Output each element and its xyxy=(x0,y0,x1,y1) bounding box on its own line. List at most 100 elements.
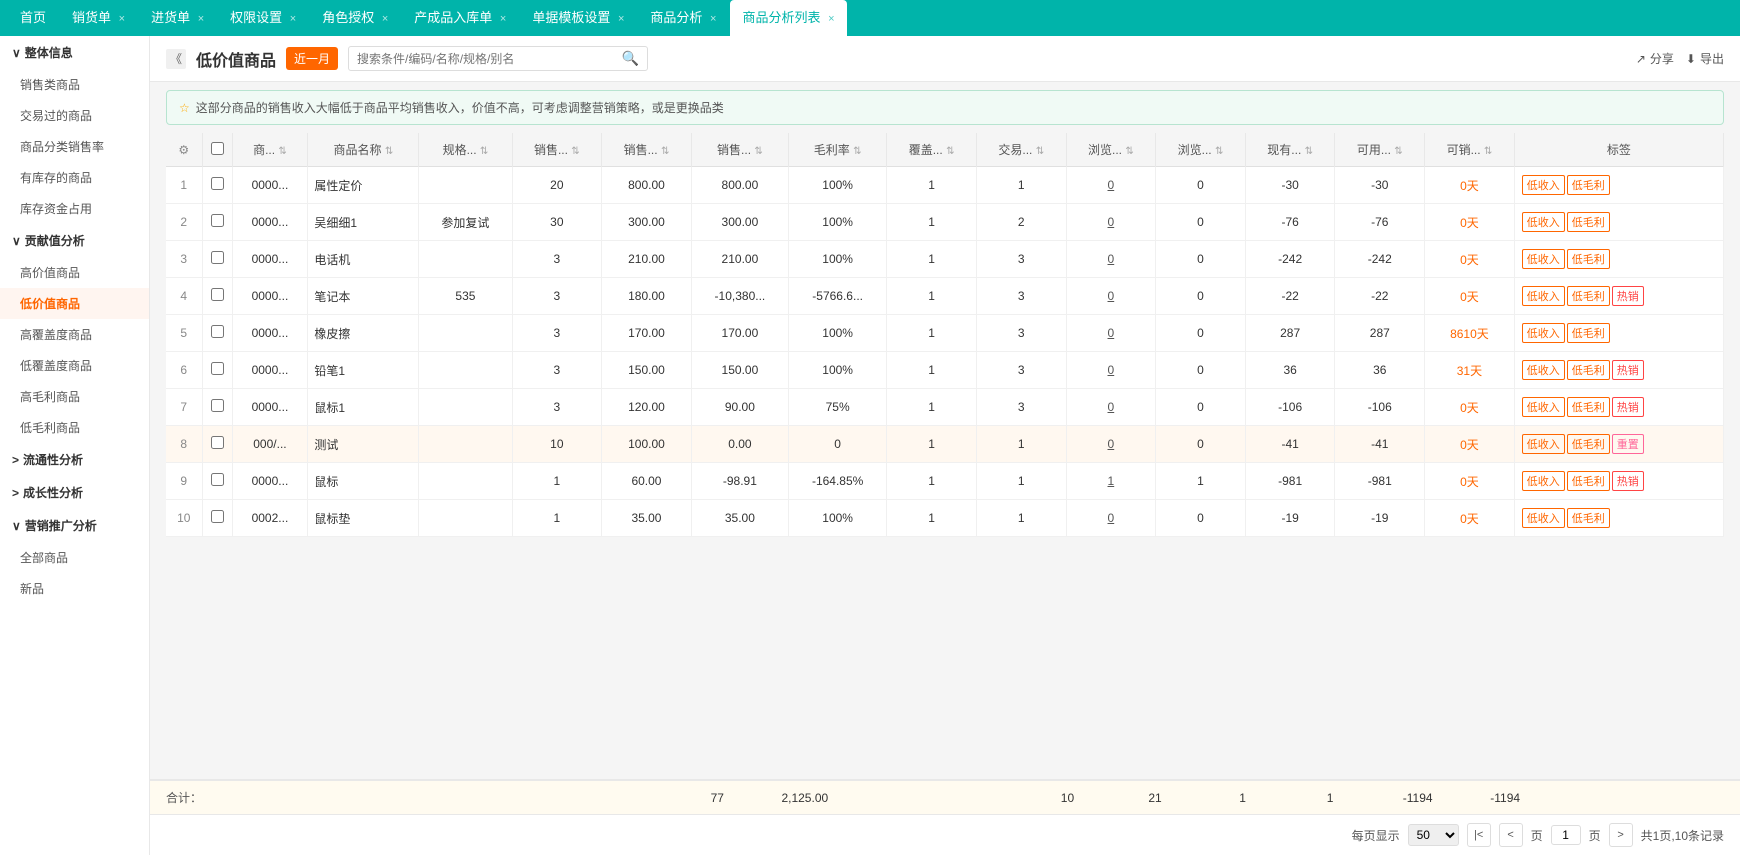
close-permissions-icon[interactable]: × xyxy=(290,13,296,25)
col-spec[interactable]: 规格... ⇅ xyxy=(419,133,512,167)
row-checkbox[interactable] xyxy=(211,177,224,190)
col-sales-qty[interactable]: 销售... ⇅ xyxy=(512,133,602,167)
sidebar-item-new-products[interactable]: 新品 xyxy=(0,573,149,604)
search-input[interactable] xyxy=(357,52,616,66)
row-checkbox[interactable] xyxy=(211,251,224,264)
pv1-link[interactable]: 0 xyxy=(1108,363,1115,377)
next-page-button[interactable]: > xyxy=(1609,823,1633,847)
nav-analysis[interactable]: 商品分析 × xyxy=(638,0,728,36)
col-settings[interactable]: ⚙ xyxy=(166,133,202,167)
row-checkbox[interactable] xyxy=(211,288,224,301)
nav-purchase[interactable]: 进货单 × xyxy=(139,0,216,36)
nav-permissions[interactable]: 权限设置 × xyxy=(218,0,308,36)
footer-coverage: 10 xyxy=(1024,791,1112,805)
share-button[interactable]: ↗ 分享 xyxy=(1636,50,1674,67)
row-coverage: 1 xyxy=(887,463,977,500)
sidebar-group-growth[interactable]: > 成长性分析 xyxy=(0,476,149,509)
sidebar-item-all-products[interactable]: 全部商品 xyxy=(0,542,149,573)
sidebar-item-high-value[interactable]: 高价值商品 xyxy=(0,257,149,288)
close-products-icon[interactable]: × xyxy=(500,13,506,25)
row-sellable: 0天 xyxy=(1425,241,1515,278)
col-stock[interactable]: 现有... ⇅ xyxy=(1245,133,1335,167)
close-analysis-list-icon[interactable]: × xyxy=(828,13,834,25)
sidebar-item-stocked[interactable]: 有库存的商品 xyxy=(0,162,149,193)
info-message: 这部分商品的销售收入大幅低于商品平均销售收入，价值不高，可考虑调整营销策略，或是… xyxy=(196,99,724,116)
row-code: 0000... xyxy=(232,352,308,389)
row-checkbox-cell xyxy=(202,278,232,315)
settings-icon[interactable]: ⚙ xyxy=(178,143,189,157)
row-code: 0000... xyxy=(232,167,308,204)
pv1-link[interactable]: 0 xyxy=(1108,215,1115,229)
pv1-link[interactable]: 0 xyxy=(1108,252,1115,266)
tag-低毛利: 低毛利 xyxy=(1567,508,1610,528)
tag-低毛利: 低毛利 xyxy=(1567,434,1610,454)
collapse-sidebar-button[interactable]: 《 xyxy=(166,49,186,69)
row-checkbox[interactable] xyxy=(211,362,224,375)
row-coverage: 1 xyxy=(887,315,977,352)
sidebar-item-low-value[interactable]: 低价值商品 xyxy=(0,288,149,319)
sidebar-item-sales-products[interactable]: 销售类商品 xyxy=(0,69,149,100)
pv1-link[interactable]: 0 xyxy=(1108,511,1115,525)
row-checkbox[interactable] xyxy=(211,214,224,227)
nav-template[interactable]: 单据模板设置 × xyxy=(520,0,636,36)
nav-products[interactable]: 产成品入库单 × xyxy=(402,0,518,36)
select-all-checkbox[interactable] xyxy=(211,142,224,155)
row-checkbox[interactable] xyxy=(211,436,224,449)
first-page-button[interactable]: |< xyxy=(1467,823,1491,847)
col-available[interactable]: 可用... ⇅ xyxy=(1335,133,1425,167)
nav-home[interactable]: 首页 xyxy=(8,0,58,36)
footer-transactions: 21 xyxy=(1111,791,1199,805)
pv1-link[interactable]: 0 xyxy=(1108,289,1115,303)
tag-低收入: 低收入 xyxy=(1522,508,1565,528)
row-stock: 287 xyxy=(1245,315,1335,352)
col-coverage[interactable]: 覆盖... ⇅ xyxy=(887,133,977,167)
sidebar-group-contribution[interactable]: ∨ 贡献值分析 xyxy=(0,224,149,257)
col-name[interactable]: 商品名称 ⇅ xyxy=(308,133,419,167)
col-sales-amount[interactable]: 销售... ⇅ xyxy=(691,133,788,167)
close-purchase-icon[interactable]: × xyxy=(198,13,204,25)
close-template-icon[interactable]: × xyxy=(618,13,624,25)
close-analysis-icon[interactable]: × xyxy=(710,13,716,25)
page-input[interactable] xyxy=(1551,825,1581,845)
sidebar-group-overall[interactable]: ∨ 整体信息 xyxy=(0,36,149,69)
export-button[interactable]: ⬇ 导出 xyxy=(1686,50,1724,67)
sidebar-item-category-sales[interactable]: 商品分类销售率 xyxy=(0,131,149,162)
row-checkbox[interactable] xyxy=(211,510,224,523)
pv1-link[interactable]: 0 xyxy=(1108,326,1115,340)
row-sales-amount: 210.00 xyxy=(691,241,788,278)
close-sales-icon[interactable]: × xyxy=(119,13,125,25)
col-pageviews2[interactable]: 浏览... ⇅ xyxy=(1156,133,1246,167)
sidebar-group-marketing[interactable]: ∨ 营销推广分析 xyxy=(0,509,149,542)
nav-sales[interactable]: 销货单 × xyxy=(60,0,137,36)
sidebar-item-inventory-funds[interactable]: 库存资金占用 xyxy=(0,193,149,224)
per-page-select[interactable]: 50 100 200 xyxy=(1408,824,1459,846)
col-transactions[interactable]: 交易... ⇅ xyxy=(976,133,1066,167)
pv1-link[interactable]: 0 xyxy=(1108,400,1115,414)
col-sellable[interactable]: 可销... ⇅ xyxy=(1425,133,1515,167)
sidebar-group-circulation[interactable]: > 流通性分析 xyxy=(0,443,149,476)
sidebar-item-low-coverage[interactable]: 低覆盖度商品 xyxy=(0,350,149,381)
pv1-link[interactable]: 0 xyxy=(1108,437,1115,451)
pv1-link[interactable]: 0 xyxy=(1108,178,1115,192)
filter-month-button[interactable]: 近一月 xyxy=(286,47,338,70)
sidebar-item-traded[interactable]: 交易过的商品 xyxy=(0,100,149,131)
nav-roles[interactable]: 角色授权 × xyxy=(310,0,400,36)
row-checkbox[interactable] xyxy=(211,399,224,412)
search-icon[interactable]: 🔍 xyxy=(622,50,639,67)
row-checkbox[interactable] xyxy=(211,325,224,338)
col-pageviews1[interactable]: 浏览... ⇅ xyxy=(1066,133,1156,167)
pv1-link[interactable]: 1 xyxy=(1108,474,1115,488)
sidebar-item-high-coverage[interactable]: 高覆盖度商品 xyxy=(0,319,149,350)
footer-label: 合计： xyxy=(166,789,202,806)
sidebar-item-low-margin[interactable]: 低毛利商品 xyxy=(0,412,149,443)
nav-analysis-list[interactable]: 商品分析列表 × xyxy=(730,0,846,36)
row-checkbox[interactable] xyxy=(211,473,224,486)
tag-低收入: 低收入 xyxy=(1522,434,1565,454)
row-sales-qty: 3 xyxy=(512,278,602,315)
col-gross-margin[interactable]: 毛利率 ⇅ xyxy=(789,133,887,167)
sidebar-item-high-margin[interactable]: 高毛利商品 xyxy=(0,381,149,412)
close-roles-icon[interactable]: × xyxy=(382,13,388,25)
prev-page-button[interactable]: < xyxy=(1499,823,1523,847)
col-code[interactable]: 商... ⇅ xyxy=(232,133,308,167)
col-sales-price[interactable]: 销售... ⇅ xyxy=(602,133,692,167)
